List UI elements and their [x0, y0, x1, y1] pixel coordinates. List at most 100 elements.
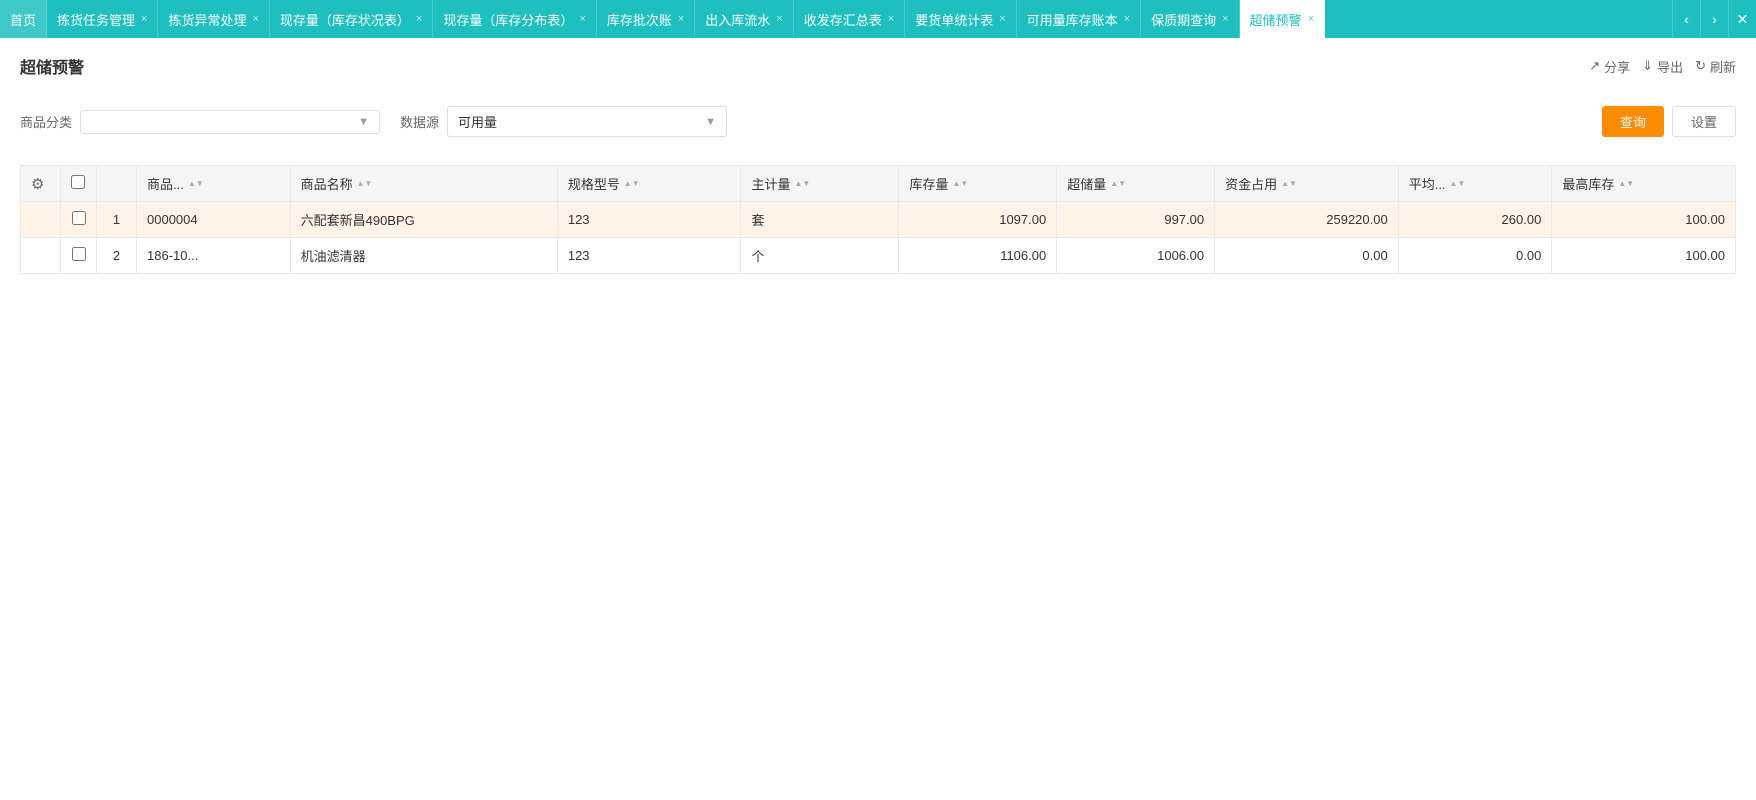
- col-header-capital[interactable]: 资金占用 ▲▼: [1215, 166, 1399, 202]
- category-chevron-icon: ▼: [358, 116, 369, 128]
- nav-item[interactable]: 拣货任务管理×: [47, 0, 158, 38]
- refresh-icon: ↻: [1695, 58, 1706, 74]
- row-checkbox-cell: [61, 238, 97, 274]
- nav-item[interactable]: 库存批次账×: [597, 0, 695, 38]
- col-stock-label: 库存量: [909, 174, 948, 193]
- row-settings-cell: [21, 238, 61, 274]
- nav-close-x-icon[interactable]: ×: [888, 13, 894, 25]
- nav-item[interactable]: 拣货异常处理×: [158, 0, 269, 38]
- sort-overflow-icon: ▲▼: [1110, 179, 1126, 188]
- col-header-overflow[interactable]: 超储量 ▲▼: [1057, 166, 1215, 202]
- row-code-cell: 186-10...: [137, 238, 291, 274]
- nav-item[interactable]: 收发存汇总表×: [794, 0, 905, 38]
- col-overflow-label: 超储量: [1067, 174, 1106, 193]
- col-unit-label: 主计量: [751, 174, 790, 193]
- nav-close-button[interactable]: ✕: [1728, 0, 1756, 38]
- col-header-spec[interactable]: 规格型号 ▲▼: [557, 166, 741, 202]
- setting-button[interactable]: 设置: [1672, 106, 1736, 137]
- page-header: 超储预警 ↗ 分享 ⇓ 导出 ↻ 刷新: [20, 54, 1736, 78]
- gear-icon[interactable]: ⚙: [31, 176, 44, 193]
- nav-item[interactable]: 保质期查询×: [1141, 0, 1239, 38]
- nav-close-x-icon[interactable]: ×: [678, 13, 684, 25]
- datasource-value: 可用量: [458, 112, 497, 131]
- row-checkbox-cell: [61, 202, 97, 238]
- refresh-action[interactable]: ↻ 刷新: [1695, 57, 1736, 76]
- sort-stock-icon: ▲▼: [952, 179, 968, 188]
- nav-close-x-icon[interactable]: ×: [776, 13, 782, 25]
- nav-item[interactable]: 首页: [0, 0, 47, 38]
- row-name-cell: 六配套新昌490BPG: [290, 202, 557, 238]
- row-overflow-cell: 1006.00: [1057, 238, 1215, 274]
- row-checkbox[interactable]: [72, 211, 86, 225]
- datasource-chevron-icon: ▼: [705, 116, 716, 128]
- nav-item[interactable]: 要货单统计表×: [905, 0, 1016, 38]
- row-capital-cell: 259220.00: [1215, 202, 1399, 238]
- sort-maxstock-icon: ▲▼: [1618, 179, 1634, 188]
- col-header-maxstock[interactable]: 最高库存 ▲▼: [1552, 166, 1736, 202]
- main-content: 超储预警 ↗ 分享 ⇓ 导出 ↻ 刷新 商品分类 ▼ 数据源: [0, 38, 1756, 800]
- select-all-checkbox[interactable]: [71, 175, 85, 189]
- col-header-avg[interactable]: 平均... ▲▼: [1398, 166, 1552, 202]
- datasource-select[interactable]: 可用量 ▼: [447, 106, 727, 137]
- row-unit-cell: 个: [741, 238, 899, 274]
- sort-code-icon: ▲▼: [188, 179, 204, 188]
- nav-close-x-icon[interactable]: ×: [1308, 13, 1314, 25]
- row-maxstock-cell: 100.00: [1552, 202, 1736, 238]
- row-avg-cell: 260.00: [1398, 202, 1552, 238]
- nav-close-x-icon[interactable]: ×: [141, 13, 147, 25]
- sort-avg-icon: ▲▼: [1450, 179, 1466, 188]
- nav-item[interactable]: 现存量（库存分布表）×: [433, 0, 596, 38]
- table-row: 1 0000004 六配套新昌490BPG 123 套 1097.00 997.…: [21, 202, 1736, 238]
- share-action[interactable]: ↗ 分享: [1589, 57, 1630, 76]
- col-header-stock[interactable]: 库存量 ▲▼: [899, 166, 1057, 202]
- row-name-cell: 机油滤清器: [290, 238, 557, 274]
- col-header-num: [97, 166, 137, 202]
- share-label: 分享: [1604, 57, 1630, 76]
- nav-prev-button[interactable]: ‹: [1672, 0, 1700, 38]
- nav-close-x-icon[interactable]: ×: [999, 13, 1005, 25]
- nav-close-x-icon[interactable]: ×: [1222, 13, 1228, 25]
- col-header-code[interactable]: 商品... ▲▼: [137, 166, 291, 202]
- nav-next-button[interactable]: ›: [1700, 0, 1728, 38]
- nav-close-x-icon[interactable]: ×: [579, 13, 585, 25]
- row-avg-cell: 0.00: [1398, 238, 1552, 274]
- row-settings-cell: [21, 202, 61, 238]
- query-button[interactable]: 查询: [1602, 106, 1664, 137]
- sort-unit-icon: ▲▼: [794, 179, 810, 188]
- table-header-row: ⚙ 商品... ▲▼ 商品名称 ▲▼: [21, 166, 1736, 202]
- nav-item[interactable]: 超储预警×: [1240, 0, 1325, 38]
- col-capital-label: 资金占用: [1225, 174, 1277, 193]
- nav-close-x-icon[interactable]: ×: [416, 13, 422, 25]
- nav-item[interactable]: 可用量库存账本×: [1017, 0, 1141, 38]
- col-avg-label: 平均...: [1409, 174, 1446, 193]
- row-maxstock-cell: 100.00: [1552, 238, 1736, 274]
- row-checkbox[interactable]: [72, 247, 86, 261]
- row-spec-cell: 123: [557, 238, 741, 274]
- top-nav: 首页拣货任务管理×拣货异常处理×现存量（库存状况表）×现存量（库存分布表）×库存…: [0, 0, 1756, 38]
- col-header-unit[interactable]: 主计量 ▲▼: [741, 166, 899, 202]
- nav-close-x-icon[interactable]: ×: [252, 13, 258, 25]
- category-select[interactable]: ▼: [80, 110, 380, 134]
- category-label: 商品分类: [20, 112, 72, 131]
- row-stock-cell: 1106.00: [899, 238, 1057, 274]
- nav-item[interactable]: 现存量（库存状况表）×: [270, 0, 433, 38]
- row-overflow-cell: 997.00: [1057, 202, 1215, 238]
- col-header-name[interactable]: 商品名称 ▲▼: [290, 166, 557, 202]
- category-filter: 商品分类 ▼: [20, 110, 380, 134]
- col-name-label: 商品名称: [301, 174, 353, 193]
- row-num-cell: 1: [97, 202, 137, 238]
- export-label: 导出: [1657, 57, 1683, 76]
- filter-row: 商品分类 ▼ 数据源 可用量 ▼ 查询 设置: [20, 94, 1736, 149]
- export-action[interactable]: ⇓ 导出: [1642, 57, 1683, 76]
- row-unit-cell: 套: [741, 202, 899, 238]
- sort-capital-icon: ▲▼: [1281, 179, 1297, 188]
- sort-spec-icon: ▲▼: [624, 179, 640, 188]
- row-stock-cell: 1097.00: [899, 202, 1057, 238]
- nav-arrows: ‹ › ✕: [1672, 0, 1756, 38]
- col-header-checkbox: [61, 166, 97, 202]
- data-table: ⚙ 商品... ▲▼ 商品名称 ▲▼: [20, 165, 1736, 274]
- refresh-label: 刷新: [1710, 57, 1736, 76]
- nav-close-x-icon[interactable]: ×: [1124, 13, 1130, 25]
- sort-name-icon: ▲▼: [357, 179, 373, 188]
- nav-item[interactable]: 出入库流水×: [695, 0, 793, 38]
